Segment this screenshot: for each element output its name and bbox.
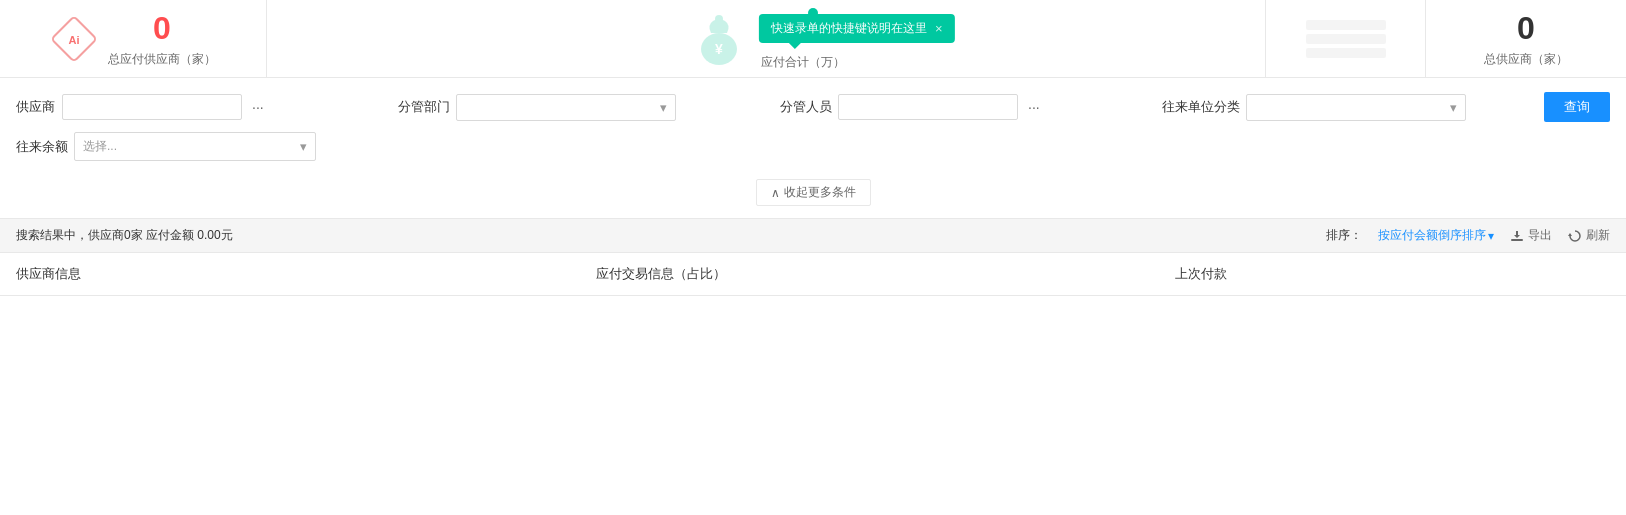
supplier-field: 供应商 ···	[16, 94, 386, 120]
stats-bar: Ai 0 总应付供应商（家） ¥ 0.00 应付合计（万） 快速录单的快捷键说明…	[0, 0, 1626, 78]
person-input[interactable]	[838, 94, 1018, 120]
shortcut-tooltip: 快速录单的快捷键说明在这里 ×	[778, 6, 818, 21]
balance-arrow-icon: ▾	[300, 139, 307, 154]
sort-select[interactable]: 按应付会额倒序排序 ▾	[1378, 227, 1494, 244]
sort-label: 排序：	[1326, 227, 1362, 244]
svg-point-3	[715, 15, 723, 23]
payable-suppliers-label: 总应付供应商（家）	[108, 51, 216, 68]
balance-placeholder: 选择...	[83, 138, 117, 155]
search-row-2: 往来余额 选择... ▾	[16, 132, 1610, 161]
payable-total-label: 应付合计（万）	[761, 54, 845, 71]
department-label: 分管部门	[398, 98, 450, 116]
export-label: 导出	[1528, 227, 1552, 244]
query-button[interactable]: 查询	[1544, 92, 1610, 122]
stat-payable-total: ¥ 0.00 应付合计（万） 快速录单的快捷键说明在这里 ×	[267, 0, 1266, 77]
table-header: 供应商信息 应付交易信息（占比） 上次付款	[0, 253, 1626, 296]
collapse-row: ∧ 收起更多条件	[16, 171, 1610, 218]
department-field: 分管部门 ▾	[398, 94, 768, 121]
stat-total-suppliers: 0 总供应商（家）	[1426, 0, 1626, 77]
search-row-1: 供应商 ··· 分管部门 ▾ 分管人员 ··· 往来单位分类 ▾ 查询	[16, 92, 1610, 122]
category-arrow-icon: ▾	[1450, 100, 1457, 115]
tooltip-text: 快速录单的快捷键说明在这里	[771, 20, 927, 37]
sort-arrow-icon: ▾	[1488, 229, 1494, 243]
stat-chart-area	[1266, 0, 1426, 77]
balance-label: 往来余额	[16, 138, 68, 156]
svg-rect-5	[1511, 239, 1523, 241]
refresh-icon	[1568, 229, 1582, 243]
svg-marker-6	[1568, 233, 1572, 236]
svg-text:¥: ¥	[715, 41, 723, 57]
export-icon	[1510, 229, 1524, 243]
total-suppliers-label: 总供应商（家）	[1484, 51, 1568, 68]
department-select[interactable]: ▾	[456, 94, 676, 121]
collapse-up-icon: ∧	[771, 186, 780, 200]
refresh-label: 刷新	[1586, 227, 1610, 244]
balance-select[interactable]: 选择... ▾	[74, 132, 316, 161]
stat-payable-suppliers: Ai 0 总应付供应商（家）	[0, 0, 267, 77]
search-area: 供应商 ··· 分管部门 ▾ 分管人员 ··· 往来单位分类 ▾ 查询	[0, 78, 1626, 219]
col-transaction-header: 应付交易信息（占比）	[596, 265, 1176, 283]
svg-text:Ai: Ai	[69, 34, 80, 46]
person-more-btn[interactable]: ···	[1024, 97, 1044, 117]
balance-field: 往来余额 选择... ▾	[16, 132, 316, 161]
person-field: 分管人员 ···	[780, 94, 1150, 120]
result-info-text: 搜索结果中，供应商0家 应付金额 0.00元	[16, 227, 1326, 244]
department-arrow-icon: ▾	[660, 100, 667, 115]
refresh-button[interactable]: 刷新	[1568, 227, 1610, 244]
category-select[interactable]: ▾	[1246, 94, 1466, 121]
money-bag-icon: ¥	[687, 7, 751, 71]
collapse-button[interactable]: ∧ 收起更多条件	[756, 179, 871, 206]
supplier-input[interactable]	[62, 94, 242, 120]
col-last-payment-header: 上次付款	[1175, 265, 1610, 283]
category-field: 往来单位分类 ▾	[1162, 94, 1532, 121]
total-suppliers-count: 0	[1517, 9, 1535, 47]
payable-suppliers-count: 0	[153, 9, 171, 47]
result-bar: 搜索结果中，供应商0家 应付金额 0.00元 排序： 按应付会额倒序排序 ▾ 导…	[0, 219, 1626, 253]
export-button[interactable]: 导出	[1510, 227, 1552, 244]
supplier-label: 供应商	[16, 98, 56, 116]
result-actions: 排序： 按应付会额倒序排序 ▾ 导出 刷新	[1326, 227, 1610, 244]
category-label: 往来单位分类	[1162, 98, 1240, 116]
supplier-more-btn[interactable]: ···	[248, 97, 268, 117]
table-body	[0, 296, 1626, 496]
collapse-label: 收起更多条件	[784, 184, 856, 201]
col-supplier-info-header: 供应商信息	[16, 265, 596, 283]
person-label: 分管人员	[780, 98, 832, 116]
sort-value: 按应付会额倒序排序	[1378, 227, 1486, 244]
diamond-logo-icon: Ai	[50, 15, 98, 63]
tooltip-close-btn[interactable]: ×	[935, 21, 943, 36]
